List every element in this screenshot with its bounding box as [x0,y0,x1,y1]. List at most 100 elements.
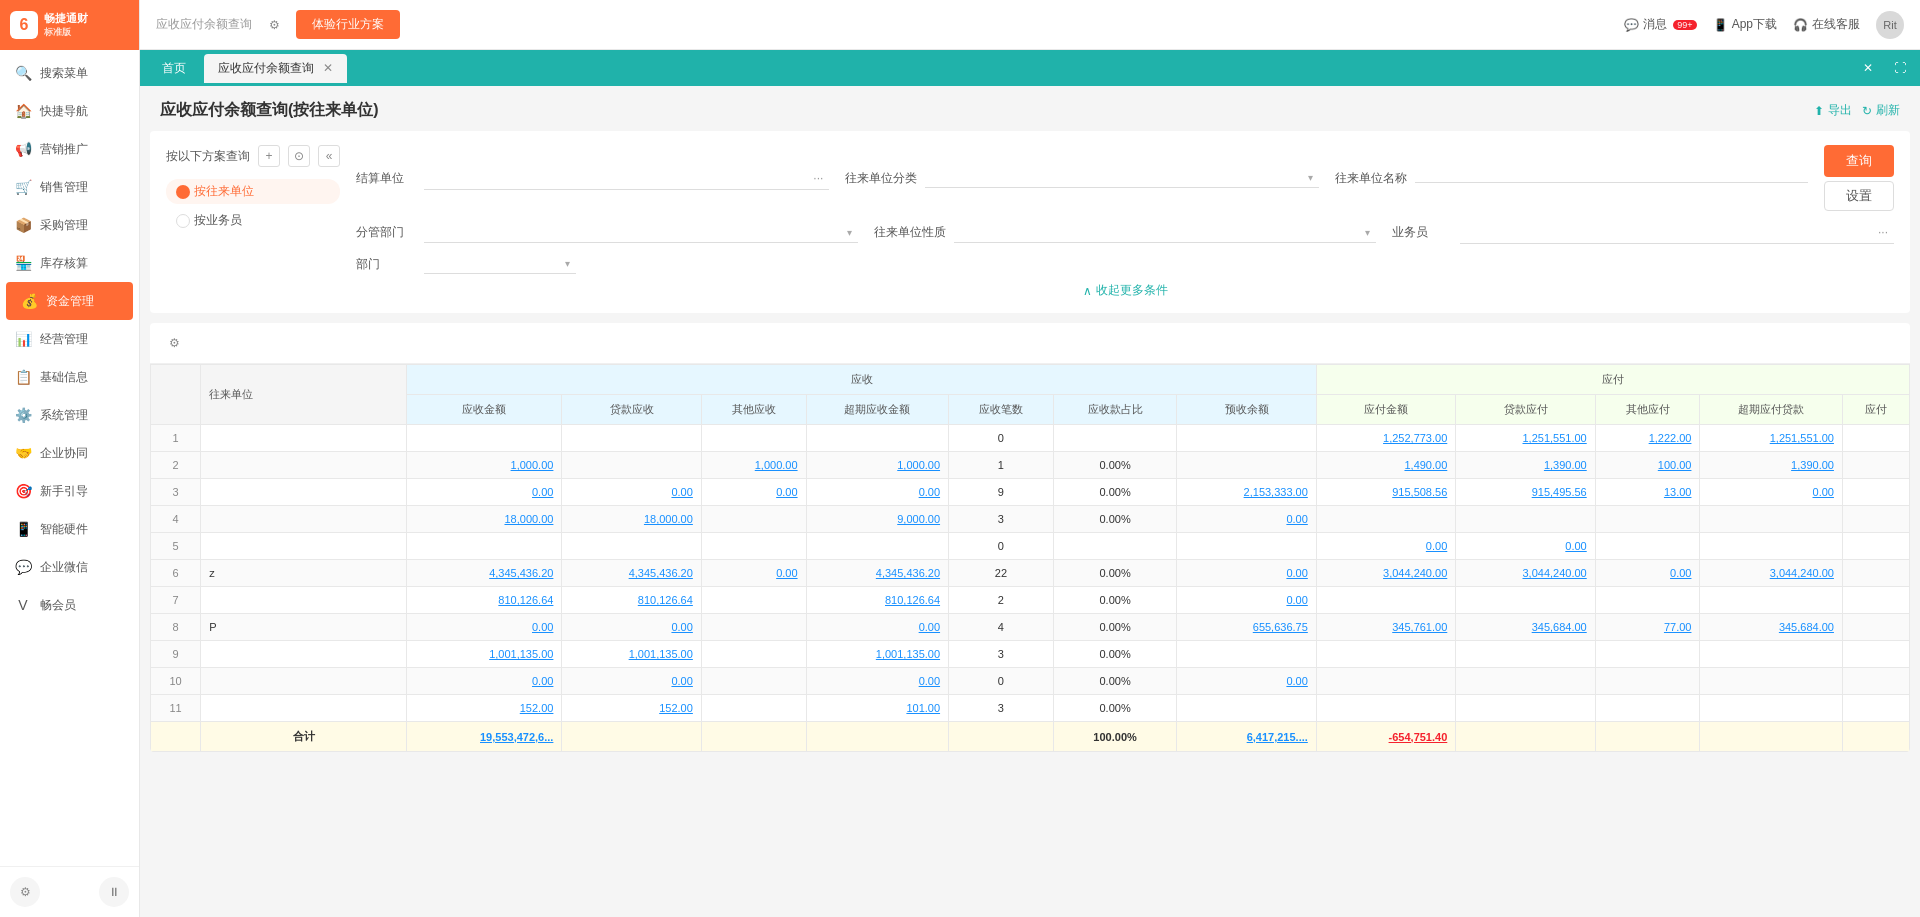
cell-row2-col9[interactable]: 1,490.00 [1316,452,1455,479]
sidebar-item-inventory[interactable]: 🏪库存核算 [0,244,139,282]
cell-row4-col5[interactable]: 9,000.00 [806,506,948,533]
cell-row7-col10[interactable] [1456,587,1595,614]
filter-salesperson-input[interactable]: ··· [1460,221,1894,244]
cell-row8-col12[interactable]: 345,684.00 [1700,614,1842,641]
sidebar-item-guide[interactable]: 🎯新手引导 [0,472,139,510]
sidebar-item-basic[interactable]: 📋基础信息 [0,358,139,396]
tabbar-close-btn[interactable]: ✕ [1856,56,1880,80]
cell-row10-col9[interactable] [1316,668,1455,695]
cell-row8-col4[interactable] [701,614,806,641]
cell-row6-col8[interactable]: 0.00 [1177,560,1316,587]
cell-row4-col4[interactable] [701,506,806,533]
cell-row10-col3[interactable]: 0.00 [562,668,701,695]
cell-row3-col5[interactable]: 0.00 [806,479,948,506]
cell-row1-col11[interactable]: 1,222.00 [1595,425,1700,452]
cell-row9-col5[interactable]: 1,001,135.00 [806,641,948,668]
sidebar-settings-btn[interactable]: ⚙ [10,877,40,907]
tab-arquery[interactable]: 应收应付余额查询 ✕ [204,54,347,83]
tfoot-ar-advance[interactable]: 6,417,215.... [1177,722,1316,752]
cell-row5-col3[interactable] [562,533,701,560]
sidebar-item-purchase[interactable]: 📦采购管理 [0,206,139,244]
cell-row11-col12[interactable] [1700,695,1842,722]
service-button[interactable]: 🎧 在线客服 [1793,16,1860,33]
cell-row5-col9[interactable]: 0.00 [1316,533,1455,560]
sidebar-item-mgmt[interactable]: 📊经营管理 [0,320,139,358]
filter-add-button[interactable]: + [258,145,280,167]
cell-row4-col8[interactable]: 0.00 [1177,506,1316,533]
cell-row5-col10[interactable]: 0.00 [1456,533,1595,560]
cell-row6-col2[interactable]: 4,345,436.20 [407,560,562,587]
cell-row9-col2[interactable]: 1,001,135.00 [407,641,562,668]
cell-row8-col8[interactable]: 655,636.75 [1177,614,1316,641]
cell-row11-col2[interactable]: 152.00 [407,695,562,722]
user-avatar[interactable]: Rit [1876,11,1904,39]
filter-subdept-select[interactable]: ▾ [424,254,576,274]
cell-row8-col2[interactable]: 0.00 [407,614,562,641]
sidebar-item-wechat[interactable]: 💬企业微信 [0,548,139,586]
cell-row5-col4[interactable] [701,533,806,560]
cell-row4-col9[interactable] [1316,506,1455,533]
filter-nature-select[interactable]: ▾ [954,223,1376,243]
cell-row11-col5[interactable]: 101.00 [806,695,948,722]
cell-row2-col12[interactable]: 1,390.00 [1700,452,1842,479]
filter-name-input[interactable] [1415,174,1808,183]
cell-row4-col3[interactable]: 18,000.00 [562,506,701,533]
query-button[interactable]: 查询 [1824,145,1894,177]
sidebar-item-quick[interactable]: 🏠快捷导航 [0,92,139,130]
cell-row9-col8[interactable] [1177,641,1316,668]
cell-row3-col8[interactable]: 2,153,333.00 [1177,479,1316,506]
cell-row1-col8[interactable] [1177,425,1316,452]
cell-row3-col9[interactable]: 915,508.56 [1316,479,1455,506]
cell-row7-col2[interactable]: 810,126.64 [407,587,562,614]
filter-option-salesperson[interactable]: 按业务员 [166,208,340,233]
cell-row8-col10[interactable]: 345,684.00 [1456,614,1595,641]
filter-category-select[interactable]: ▾ [925,168,1318,188]
collapse-button[interactable]: ∧ 收起更多条件 [1083,282,1168,299]
cell-row3-col2[interactable]: 0.00 [407,479,562,506]
cell-row3-col3[interactable]: 0.00 [562,479,701,506]
cell-row7-col9[interactable] [1316,587,1455,614]
cell-row2-col3[interactable] [562,452,701,479]
cell-row4-col2[interactable]: 18,000.00 [407,506,562,533]
cell-row7-col3[interactable]: 810,126.64 [562,587,701,614]
cell-row8-col5[interactable]: 0.00 [806,614,948,641]
sidebar-item-search[interactable]: 🔍搜索菜单 [0,54,139,92]
cell-row11-col9[interactable] [1316,695,1455,722]
tab-arquery-close-icon[interactable]: ✕ [323,61,333,75]
filter-collapse-icon[interactable]: « [318,145,340,167]
cell-row10-col4[interactable] [701,668,806,695]
tfoot-ar-amount[interactable]: 19,553,472,6... [407,722,562,752]
cell-row2-col11[interactable]: 100.00 [1595,452,1700,479]
message-button[interactable]: 💬 消息 99+ [1624,16,1696,33]
cell-row11-col10[interactable] [1456,695,1595,722]
cell-row4-col12[interactable] [1700,506,1842,533]
sidebar-item-vip[interactable]: V畅会员 [0,586,139,624]
tab-home[interactable]: 首页 [148,54,200,83]
cell-row8-col9[interactable]: 345,761.00 [1316,614,1455,641]
app-download-button[interactable]: 📱 App下载 [1713,16,1777,33]
cell-row3-col10[interactable]: 915,495.56 [1456,479,1595,506]
sidebar-item-hardware[interactable]: 📱智能硬件 [0,510,139,548]
cell-row4-col11[interactable] [1595,506,1700,533]
cell-row7-col12[interactable] [1700,587,1842,614]
tabbar-expand-btn[interactable]: ⛶ [1888,56,1912,80]
cell-row7-col4[interactable] [701,587,806,614]
export-button[interactable]: ⬆ 导出 [1814,102,1852,119]
cell-row11-col11[interactable] [1595,695,1700,722]
cell-row3-col4[interactable]: 0.00 [701,479,806,506]
sidebar-collapse-btn[interactable]: ⏸ [99,877,129,907]
setting-button[interactable]: 设置 [1824,181,1894,211]
cell-row7-col5[interactable]: 810,126.64 [806,587,948,614]
cell-row5-col12[interactable] [1700,533,1842,560]
cell-row6-col4[interactable]: 0.00 [701,560,806,587]
filter-option-partner[interactable]: 按往来单位 [166,179,340,204]
cell-row10-col8[interactable]: 0.00 [1177,668,1316,695]
cell-row6-col5[interactable]: 4,345,436.20 [806,560,948,587]
sidebar-item-system[interactable]: ⚙️系统管理 [0,396,139,434]
cell-row2-col8[interactable] [1177,452,1316,479]
cell-row11-col8[interactable] [1177,695,1316,722]
refresh-button[interactable]: ↻ 刷新 [1862,102,1900,119]
sidebar-item-corp[interactable]: 🤝企业协同 [0,434,139,472]
cell-row7-col11[interactable] [1595,587,1700,614]
cell-row5-col2[interactable] [407,533,562,560]
